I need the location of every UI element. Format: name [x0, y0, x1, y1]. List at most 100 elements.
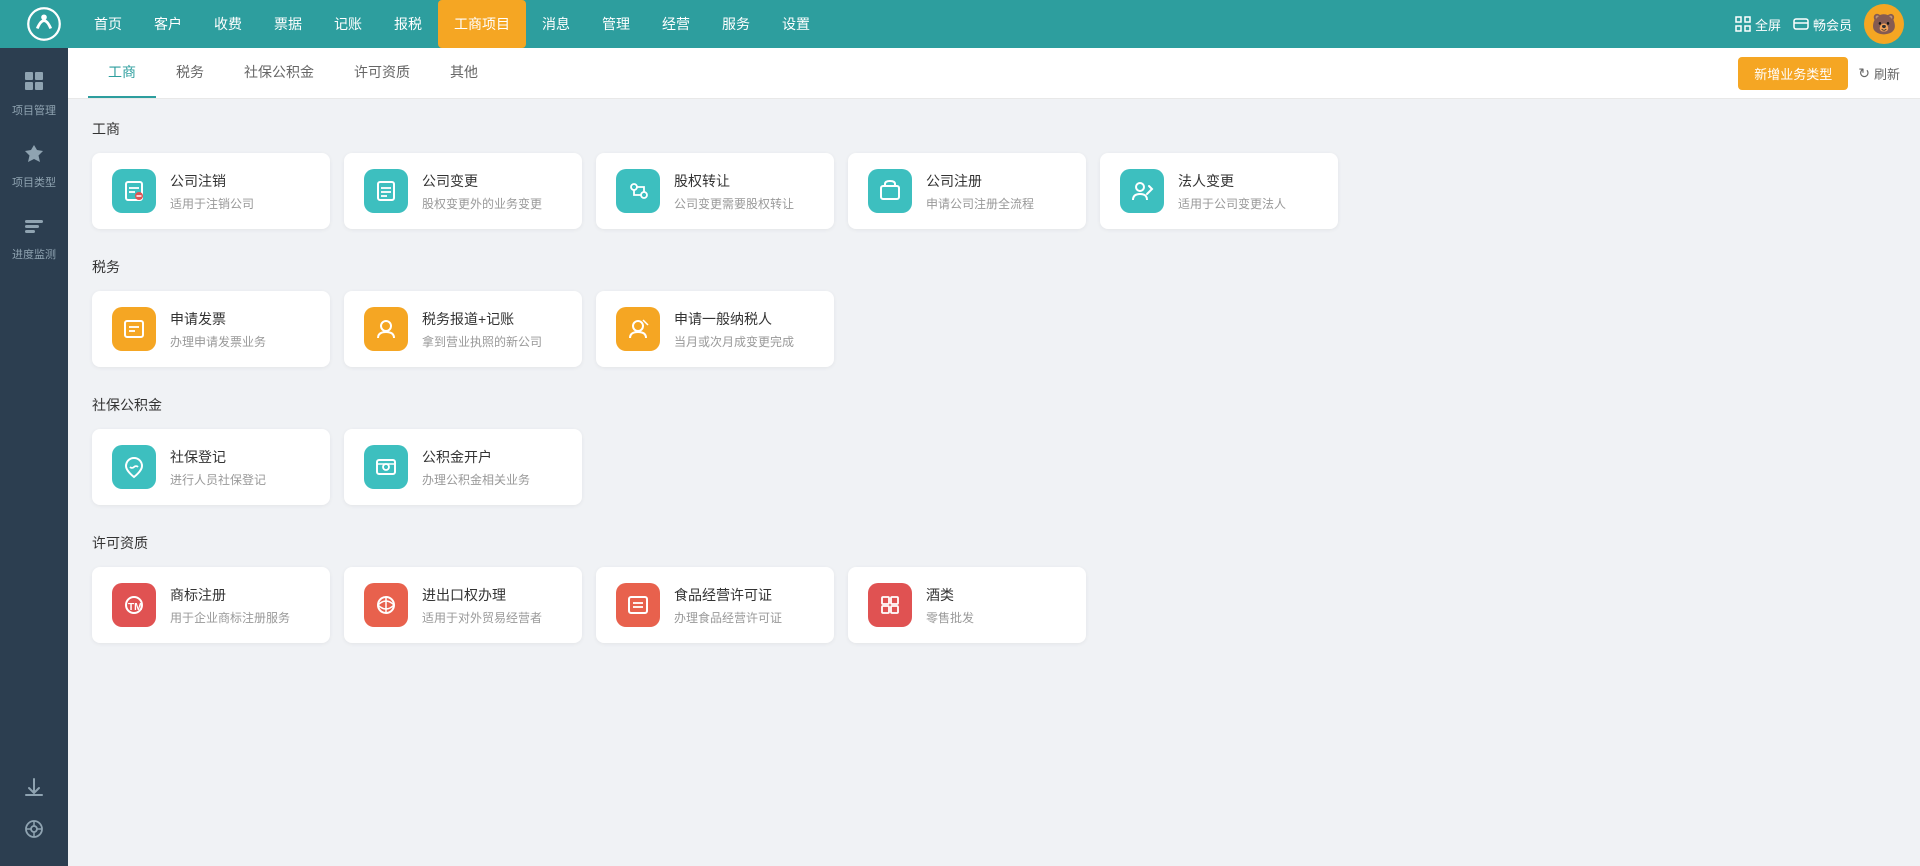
fullscreen-button[interactable]: 全屏 [1735, 15, 1781, 34]
card-desc-alcohol: 零售批发 [926, 609, 1066, 626]
card-text-company-change: 公司变更 股权变更外的业务变更 [422, 171, 562, 212]
card-icon-tax-bookkeeping [364, 307, 408, 351]
top-navigation: 首页 客户 收费 票据 记账 报税 工商项目 消息 管理 经营 服务 设置 全屏… [0, 0, 1920, 48]
card-text-provident-fund: 公积金开户 办理公积金相关业务 [422, 447, 562, 488]
mascot-avatar: 🐻 [1864, 4, 1904, 44]
card-icon-apply-invoice [112, 307, 156, 351]
card-name-social-register: 社保登记 [170, 447, 310, 467]
card-name-company-register: 公司注册 [926, 171, 1066, 191]
card-name-company-cancel: 公司注销 [170, 171, 310, 191]
card-social-register[interactable]: 社保登记 进行人员社保登记 [92, 429, 330, 505]
nav-messages[interactable]: 消息 [526, 0, 586, 48]
section-title-tax: 税务 [92, 257, 1896, 277]
sidebar-item-progress[interactable]: 进度监测 [0, 202, 68, 274]
card-text-food-license: 食品经营许可证 办理食品经营许可证 [674, 585, 814, 626]
nav-business[interactable]: 工商项目 [438, 0, 526, 48]
project-type-icon [23, 142, 45, 170]
add-type-button[interactable]: 新增业务类型 [1738, 57, 1848, 90]
card-company-cancel[interactable]: 公司注销 适用于注销公司 [92, 153, 330, 229]
card-desc-provident-fund: 办理公积金相关业务 [422, 471, 562, 488]
card-trademark[interactable]: TM 商标注册 用于企业商标注册服务 [92, 567, 330, 643]
nav-operations[interactable]: 经营 [646, 0, 706, 48]
card-icon-legal-change [1120, 169, 1164, 213]
tab-tax[interactable]: 税务 [156, 48, 224, 98]
card-apply-invoice[interactable]: 申请发票 办理申请发票业务 [92, 291, 330, 367]
card-icon-import-export [364, 583, 408, 627]
card-text-company-cancel: 公司注销 适用于注销公司 [170, 171, 310, 212]
card-food-license[interactable]: 食品经营许可证 办理食品经营许可证 [596, 567, 834, 643]
tab-social-security[interactable]: 社保公积金 [224, 48, 334, 98]
card-text-social-register: 社保登记 进行人员社保登记 [170, 447, 310, 488]
card-alcohol[interactable]: 酒类 零售批发 [848, 567, 1086, 643]
card-icon-apply-general-taxpayer [616, 307, 660, 351]
card-icon-equity-transfer [616, 169, 660, 213]
section-license: 许可资质 TM 商标注册 用于企业商标注册服务 [92, 533, 1896, 643]
card-apply-general-taxpayer[interactable]: 申请一般纳税人 当月或次月成变更完成 [596, 291, 834, 367]
refresh-icon: ↻ [1858, 65, 1870, 82]
sidebar-label-progress: 进度监测 [12, 246, 56, 262]
nav-items: 首页 客户 收费 票据 记账 报税 工商项目 消息 管理 经营 服务 设置 [78, 0, 1735, 48]
nav-bookkeeping[interactable]: 记账 [318, 0, 378, 48]
tab-other[interactable]: 其他 [430, 48, 498, 98]
card-legal-change[interactable]: 法人变更 适用于公司变更法人 [1100, 153, 1338, 229]
card-desc-company-register: 申请公司注册全流程 [926, 195, 1066, 212]
nav-services[interactable]: 服务 [706, 0, 766, 48]
sidebar-download[interactable] [0, 766, 68, 808]
card-provident-fund[interactable]: 公积金开户 办理公积金相关业务 [344, 429, 582, 505]
nav-home[interactable]: 首页 [78, 0, 138, 48]
tab-license[interactable]: 许可资质 [334, 48, 430, 98]
cards-grid-license: TM 商标注册 用于企业商标注册服务 进出口权办理 适用于 [92, 567, 1896, 643]
member-button[interactable]: 畅会员 [1793, 15, 1852, 34]
svg-text:TM: TM [128, 602, 142, 613]
card-desc-company-cancel: 适用于注销公司 [170, 195, 310, 212]
tabs: 工商 税务 社保公积金 许可资质 其他 [88, 48, 498, 98]
card-desc-food-license: 办理食品经营许可证 [674, 609, 814, 626]
cards-grid-social: 社保登记 进行人员社保登记 公积金开户 办理公积金相关业务 [92, 429, 1896, 505]
card-desc-general-taxpayer: 当月或次月成变更完成 [674, 333, 814, 350]
scroll-content[interactable]: 工商 公司注销 适用于注销公司 [68, 99, 1920, 866]
card-equity-transfer[interactable]: 股权转让 公司变更需要股权转让 [596, 153, 834, 229]
card-name-trademark: 商标注册 [170, 585, 310, 605]
card-desc-company-change: 股权变更外的业务变更 [422, 195, 562, 212]
card-icon-company-cancel [112, 169, 156, 213]
card-text-apply-invoice: 申请发票 办理申请发票业务 [170, 309, 310, 350]
card-name-provident-fund: 公积金开户 [422, 447, 562, 467]
nav-fees[interactable]: 收费 [198, 0, 258, 48]
refresh-button[interactable]: ↻ 刷新 [1858, 64, 1900, 83]
card-company-change[interactable]: 公司变更 股权变更外的业务变更 [344, 153, 582, 229]
card-desc-apply-invoice: 办理申请发票业务 [170, 333, 310, 350]
sidebar-item-project-management[interactable]: 项目管理 [0, 58, 68, 130]
content-area: 工商 税务 社保公积金 许可资质 其他 新增业务类型 ↻ 刷新 工商 [68, 48, 1920, 866]
section-social: 社保公积金 社保登记 进行人员社保登记 [92, 395, 1896, 505]
sidebar-support[interactable] [0, 808, 68, 850]
card-desc-social-register: 进行人员社保登记 [170, 471, 310, 488]
fullscreen-label: 全屏 [1755, 15, 1781, 34]
card-name-apply-invoice: 申请发票 [170, 309, 310, 329]
card-text-general-taxpayer: 申请一般纳税人 当月或次月成变更完成 [674, 309, 814, 350]
card-name-tax-bookkeeping: 税务报道+记账 [422, 309, 562, 329]
nav-right: 全屏 畅会员 🐻 [1735, 4, 1920, 44]
sidebar-label-type: 项目类型 [12, 174, 56, 190]
tab-business[interactable]: 工商 [88, 48, 156, 98]
tab-bar: 工商 税务 社保公积金 许可资质 其他 新增业务类型 ↻ 刷新 [68, 48, 1920, 99]
nav-settings[interactable]: 设置 [766, 0, 826, 48]
card-company-register[interactable]: 公司注册 申请公司注册全流程 [848, 153, 1086, 229]
card-desc-import-export: 适用于对外贸易经营者 [422, 609, 562, 626]
card-name-import-export: 进出口权办理 [422, 585, 562, 605]
card-import-export[interactable]: 进出口权办理 适用于对外贸易经营者 [344, 567, 582, 643]
sidebar-bottom [0, 766, 68, 866]
card-icon-alcohol [868, 583, 912, 627]
project-management-icon [23, 70, 45, 98]
main-layout: 项目管理 项目类型 进度监测 工商 [0, 48, 1920, 866]
nav-customer[interactable]: 客户 [138, 0, 198, 48]
nav-tax-report[interactable]: 报税 [378, 0, 438, 48]
card-tax-bookkeeping[interactable]: 税务报道+记账 拿到营业执照的新公司 [344, 291, 582, 367]
card-icon-provident-fund [364, 445, 408, 489]
section-business: 工商 公司注销 适用于注销公司 [92, 119, 1896, 229]
sidebar-item-project-type[interactable]: 项目类型 [0, 130, 68, 202]
card-name-general-taxpayer: 申请一般纳税人 [674, 309, 814, 329]
sidebar: 项目管理 项目类型 进度监测 [0, 48, 68, 866]
nav-management[interactable]: 管理 [586, 0, 646, 48]
card-icon-trademark: TM [112, 583, 156, 627]
nav-bills[interactable]: 票据 [258, 0, 318, 48]
